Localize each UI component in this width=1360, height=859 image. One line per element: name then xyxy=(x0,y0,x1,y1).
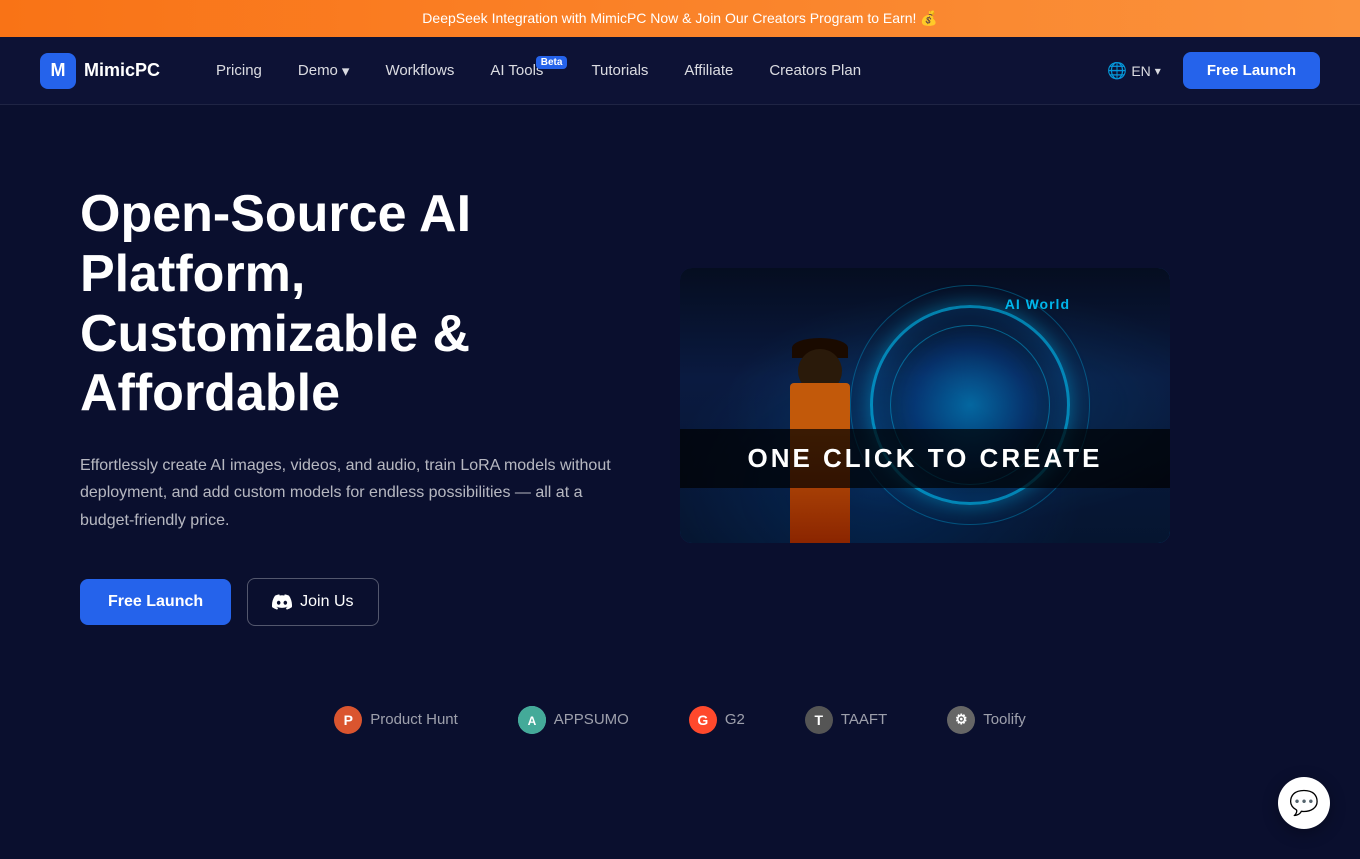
logo-g2[interactable]: G G2 xyxy=(689,706,745,734)
beta-badge: Beta xyxy=(536,56,568,69)
toolify-icon: ⚙ xyxy=(947,706,975,734)
hero-description: Effortlessly create AI images, videos, a… xyxy=(80,452,620,534)
hero-buttons: Free Launch Join Us xyxy=(80,578,620,626)
product-hunt-icon: P xyxy=(334,706,362,734)
one-click-text: ONE CLICK TO CREATE xyxy=(700,443,1150,474)
product-hunt-label: Product Hunt xyxy=(370,711,458,728)
nav-item-affiliate[interactable]: Affiliate xyxy=(668,54,749,87)
logo-appsumo[interactable]: A APPSUMO xyxy=(518,706,629,734)
logo-taaft[interactable]: T TAAFT xyxy=(805,706,887,734)
appsumo-svg: A xyxy=(518,706,546,734)
hero-left: Open-Source AI Platform, Customizable & … xyxy=(80,185,620,626)
chevron-down-icon: ▾ xyxy=(342,62,350,80)
banner-text: DeepSeek Integration with MimicPC Now & … xyxy=(422,10,937,26)
hero-join-us-button[interactable]: Join Us xyxy=(247,578,378,626)
language-selector[interactable]: 🌐 EN ▾ xyxy=(1097,55,1170,87)
navbar: M MimicPC Pricing Demo ▾ Workflows AI To… xyxy=(0,37,1360,105)
logo-icon: M xyxy=(40,53,76,89)
nav-item-pricing[interactable]: Pricing xyxy=(200,54,278,87)
hero-right: AI World ONE CLICK TO CREATE xyxy=(680,268,1170,544)
nav-item-ai-tools[interactable]: AI Tools Beta xyxy=(474,54,571,87)
nav-right: 🌐 EN ▾ Free Launch xyxy=(1097,52,1320,89)
g2-label: G2 xyxy=(725,711,745,728)
top-banner: DeepSeek Integration with MimicPC Now & … xyxy=(0,0,1360,37)
whatsapp-icon: 💬 xyxy=(1289,789,1319,818)
nav-item-creators-plan[interactable]: Creators Plan xyxy=(753,54,877,87)
chevron-icon: ▾ xyxy=(1155,64,1161,78)
hero-section: Open-Source AI Platform, Customizable & … xyxy=(0,105,1360,686)
toolify-label: Toolify xyxy=(983,711,1026,728)
bottom-logos: P Product Hunt A APPSUMO G G2 T TAAFT ⚙ … xyxy=(0,686,1360,764)
nav-links: Pricing Demo ▾ Workflows AI Tools Beta T… xyxy=(200,54,1097,88)
discord-icon xyxy=(272,592,292,612)
g2-icon: G xyxy=(689,706,717,734)
appsumo-icon: A xyxy=(518,706,546,734)
support-button[interactable]: 💬 xyxy=(1278,777,1330,829)
join-us-label: Join Us xyxy=(300,593,353,611)
taaft-label: TAAFT xyxy=(841,711,887,728)
globe-icon: 🌐 xyxy=(1107,61,1127,81)
svg-text:A: A xyxy=(527,714,536,728)
navbar-free-launch-button[interactable]: Free Launch xyxy=(1183,52,1320,89)
logo-product-hunt[interactable]: P Product Hunt xyxy=(334,706,458,734)
hero-free-launch-button[interactable]: Free Launch xyxy=(80,579,231,625)
one-click-banner: ONE CLICK TO CREATE xyxy=(680,429,1170,488)
taaft-icon: T xyxy=(805,706,833,734)
ai-world-text: AI World xyxy=(1005,296,1070,312)
logo[interactable]: M MimicPC xyxy=(40,53,160,89)
hero-title: Open-Source AI Platform, Customizable & … xyxy=(80,185,620,424)
appsumo-label: APPSUMO xyxy=(554,711,629,728)
hero-image: AI World ONE CLICK TO CREATE xyxy=(680,268,1170,544)
nav-item-tutorials[interactable]: Tutorials xyxy=(575,54,664,87)
logo-text: MimicPC xyxy=(84,60,160,81)
nav-item-demo[interactable]: Demo ▾ xyxy=(282,54,366,88)
nav-item-workflows[interactable]: Workflows xyxy=(369,54,470,87)
logo-toolify[interactable]: ⚙ Toolify xyxy=(947,706,1026,734)
lang-label: EN xyxy=(1131,63,1150,79)
